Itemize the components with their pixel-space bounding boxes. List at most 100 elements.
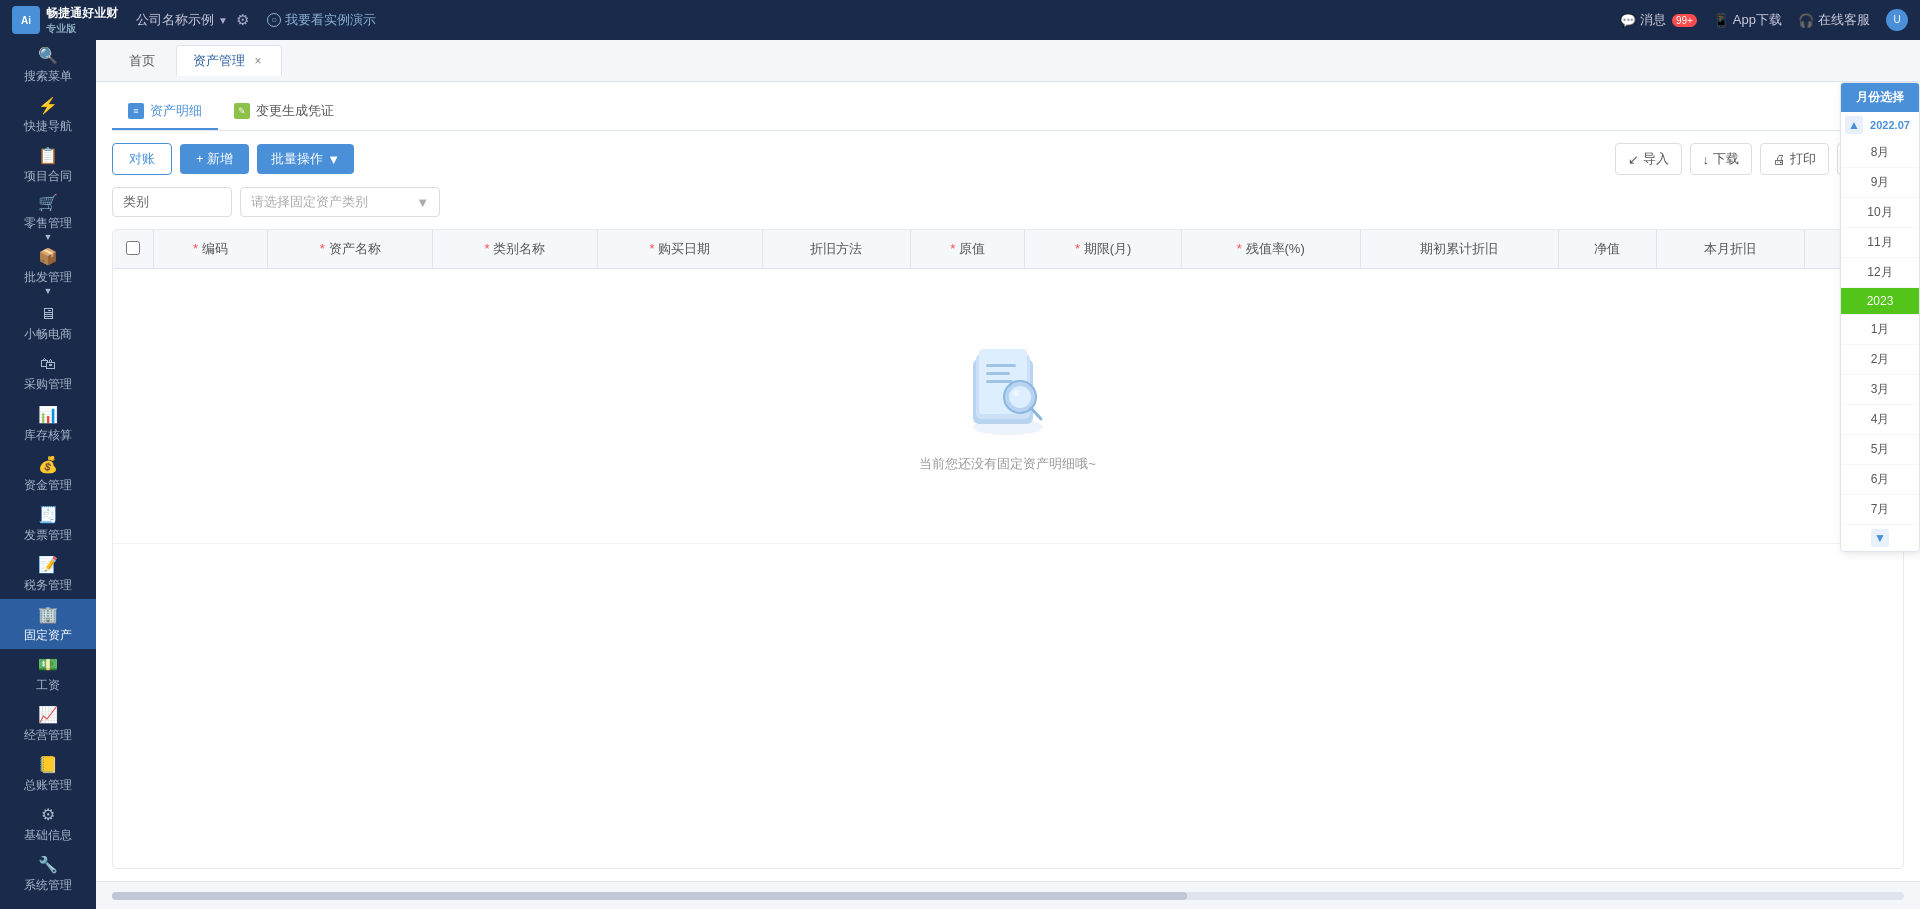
ledger-icon: 📒 (38, 755, 58, 774)
reconcile-button[interactable]: 对账 (112, 143, 172, 175)
sidebar-label-quicknav: 快捷导航 (24, 118, 72, 135)
month-panel-year: 2022.07 (1865, 119, 1915, 131)
month-item-11[interactable]: 11月 (1841, 228, 1919, 258)
brand-icon: Ai (12, 6, 40, 34)
sidebar-item-management[interactable]: 📈 经营管理 (0, 699, 96, 749)
th-residual-rate: * 残值率(%) (1181, 230, 1360, 269)
th-period: * 期限(月) (1025, 230, 1181, 269)
message-icon: 💬 (1620, 13, 1636, 28)
table-container: * 编码 * 资产名称 * 类别名称 * 购买日期 折旧方法 * 原值 * 期限… (112, 229, 1904, 869)
batch-operation-button[interactable]: 批量操作 ▼ (257, 144, 354, 174)
tab-home[interactable]: 首页 (112, 45, 172, 76)
month-item-6[interactable]: 6月 (1841, 465, 1919, 495)
sidebar-item-project[interactable]: 📋 项目合同 (0, 140, 96, 190)
main-layout: 🔍 搜索菜单 ⚡ 快捷导航 📋 项目合同 🛒 零售管理 ▼ 📦 批发管理 ▼ 🖥… (0, 40, 1920, 909)
sidebar-label-purchase: 采购管理 (24, 376, 72, 393)
select-all-checkbox[interactable] (126, 241, 140, 255)
tab-close-icon[interactable]: × (251, 54, 265, 68)
month-item-7[interactable]: 7月 (1841, 495, 1919, 525)
messages-btn[interactable]: 💬 消息 99+ (1620, 11, 1697, 29)
company-selector[interactable]: 公司名称示例 ▼ (136, 11, 228, 29)
tab-asset-management[interactable]: 资产管理 × (176, 45, 282, 76)
settings-icon[interactable]: ⚙ (236, 11, 249, 29)
sidebar-item-invoice[interactable]: 🧾 发票管理 (0, 499, 96, 549)
sidebar-item-retail[interactable]: 🛒 零售管理 ▼ (0, 190, 96, 245)
month-item-12[interactable]: 12月 (1841, 258, 1919, 288)
month-item-8[interactable]: 8月 (1841, 138, 1919, 168)
sidebar-item-ledger[interactable]: 📒 总账管理 (0, 749, 96, 799)
category-select[interactable]: 请选择固定资产类别 ▼ (240, 187, 440, 217)
table-header-row: * 编码 * 资产名称 * 类别名称 * 购买日期 折旧方法 * 原值 * 期限… (113, 230, 1903, 269)
category-filter-dropdown[interactable]: 类别 (112, 187, 232, 217)
page-inner: ≡ 资产明细 ✎ 变更生成凭证 对账 + 新增 批量操作 ▼ ↙ (96, 82, 1920, 881)
sidebar-item-salary[interactable]: 💵 工资 (0, 649, 96, 699)
download-button[interactable]: ↓ 下载 (1690, 143, 1753, 175)
sidebar-item-search[interactable]: 🔍 搜索菜单 (0, 40, 96, 90)
sidebar-label-invoice: 发票管理 (24, 527, 72, 544)
empty-text: 当前您还没有固定资产明细哦~ (919, 455, 1096, 473)
company-dropdown-icon: ▼ (218, 15, 228, 26)
month-item-10[interactable]: 10月 (1841, 198, 1919, 228)
sidebar-item-finance[interactable]: 💰 资金管理 (0, 449, 96, 499)
month-nav-down-btn[interactable]: ▼ (1871, 529, 1889, 547)
sidebar-item-wholesale[interactable]: 📦 批发管理 ▼ (0, 245, 96, 300)
brand-sub: 专业版 (46, 22, 118, 36)
sub-tab-change-voucher[interactable]: ✎ 变更生成凭证 (218, 94, 350, 130)
print-button[interactable]: 🖨 打印 (1760, 143, 1829, 175)
online-service-btn[interactable]: 🎧 在线客服 (1798, 11, 1870, 29)
th-category: * 类别名称 (433, 230, 598, 269)
tab-asset-label: 资产管理 (193, 52, 245, 70)
sidebar-item-fixed-assets[interactable]: 🏢 固定资产 (0, 599, 96, 649)
sidebar-label-ecommerce: 小畅电商 (24, 326, 72, 343)
batch-arrow-icon: ▼ (327, 152, 340, 167)
demo-link[interactable]: ○ 我要看实例演示 (267, 11, 376, 29)
sidebar-item-quick-nav[interactable]: ⚡ 快捷导航 (0, 90, 96, 140)
month-nav-up-btn[interactable]: ▲ (1845, 116, 1863, 134)
add-button[interactable]: + 新增 (180, 144, 249, 174)
salary-icon: 💵 (38, 655, 58, 674)
batch-label: 批量操作 (271, 150, 323, 168)
demo-text: 我要看实例演示 (285, 11, 376, 29)
month-item-4[interactable]: 4月 (1841, 405, 1919, 435)
retail-icon: 🛒 (38, 193, 58, 212)
month-item-year-2023[interactable]: 2023 (1841, 288, 1919, 315)
sidebar-label-management: 经营管理 (24, 727, 72, 744)
month-panel: 月份选择 ▲ 2022.07 8月 9月 10月 11月 12月 2023 1月… (1840, 82, 1920, 552)
service-icon: 🎧 (1798, 13, 1814, 28)
app-download-btn[interactable]: 📱 App下载 (1713, 11, 1782, 29)
sidebar-item-purchase[interactable]: 🛍 采购管理 (0, 349, 96, 399)
sub-tab-asset-detail[interactable]: ≡ 资产明细 (112, 94, 218, 130)
fixed-assets-icon: 🏢 (38, 605, 58, 624)
th-period-accumulated: 期初累计折旧 (1360, 230, 1558, 269)
sidebar-item-tax[interactable]: 📝 税务管理 (0, 549, 96, 599)
th-net-value: 净值 (1558, 230, 1656, 269)
asset-table: * 编码 * 资产名称 * 类别名称 * 购买日期 折旧方法 * 原值 * 期限… (113, 230, 1903, 544)
sidebar-item-system[interactable]: 🔧 系统管理 (0, 849, 96, 899)
sidebar-item-ecommerce[interactable]: 🖥 小畅电商 (0, 299, 96, 349)
basic-info-icon: ⚙ (41, 805, 55, 824)
month-item-5[interactable]: 5月 (1841, 435, 1919, 465)
month-item-1[interactable]: 1月 (1841, 315, 1919, 345)
month-panel-bottom: ▼ (1841, 525, 1919, 551)
user-avatar[interactable]: U (1886, 9, 1908, 31)
empty-state-row: 当前您还没有固定资产明细哦~ (113, 269, 1903, 544)
svg-rect-4 (986, 364, 1016, 367)
sidebar-item-inventory[interactable]: 📊 库存核算 (0, 399, 96, 449)
month-item-2[interactable]: 2月 (1841, 345, 1919, 375)
th-name: * 资产名称 (268, 230, 433, 269)
sidebar-label-inventory: 库存核算 (24, 427, 72, 444)
ecommerce-icon: 🖥 (40, 305, 56, 323)
print-label: 打印 (1790, 150, 1816, 168)
system-icon: 🔧 (38, 855, 58, 874)
sidebar: 🔍 搜索菜单 ⚡ 快捷导航 📋 项目合同 🛒 零售管理 ▼ 📦 批发管理 ▼ 🖥… (0, 40, 96, 909)
wholesale-arrow-icon: ▼ (44, 286, 53, 296)
tab-home-label: 首页 (129, 52, 155, 70)
month-panel-header[interactable]: 月份选择 (1841, 83, 1919, 112)
month-item-9[interactable]: 9月 (1841, 168, 1919, 198)
sidebar-item-basic-info[interactable]: ⚙ 基础信息 (0, 799, 96, 849)
print-icon: 🖨 (1773, 152, 1786, 167)
month-item-3[interactable]: 3月 (1841, 375, 1919, 405)
category-select-arrow-icon: ▼ (416, 195, 429, 210)
sidebar-label-retail: 零售管理 (24, 215, 72, 232)
import-button[interactable]: ↙ 导入 (1615, 143, 1682, 175)
